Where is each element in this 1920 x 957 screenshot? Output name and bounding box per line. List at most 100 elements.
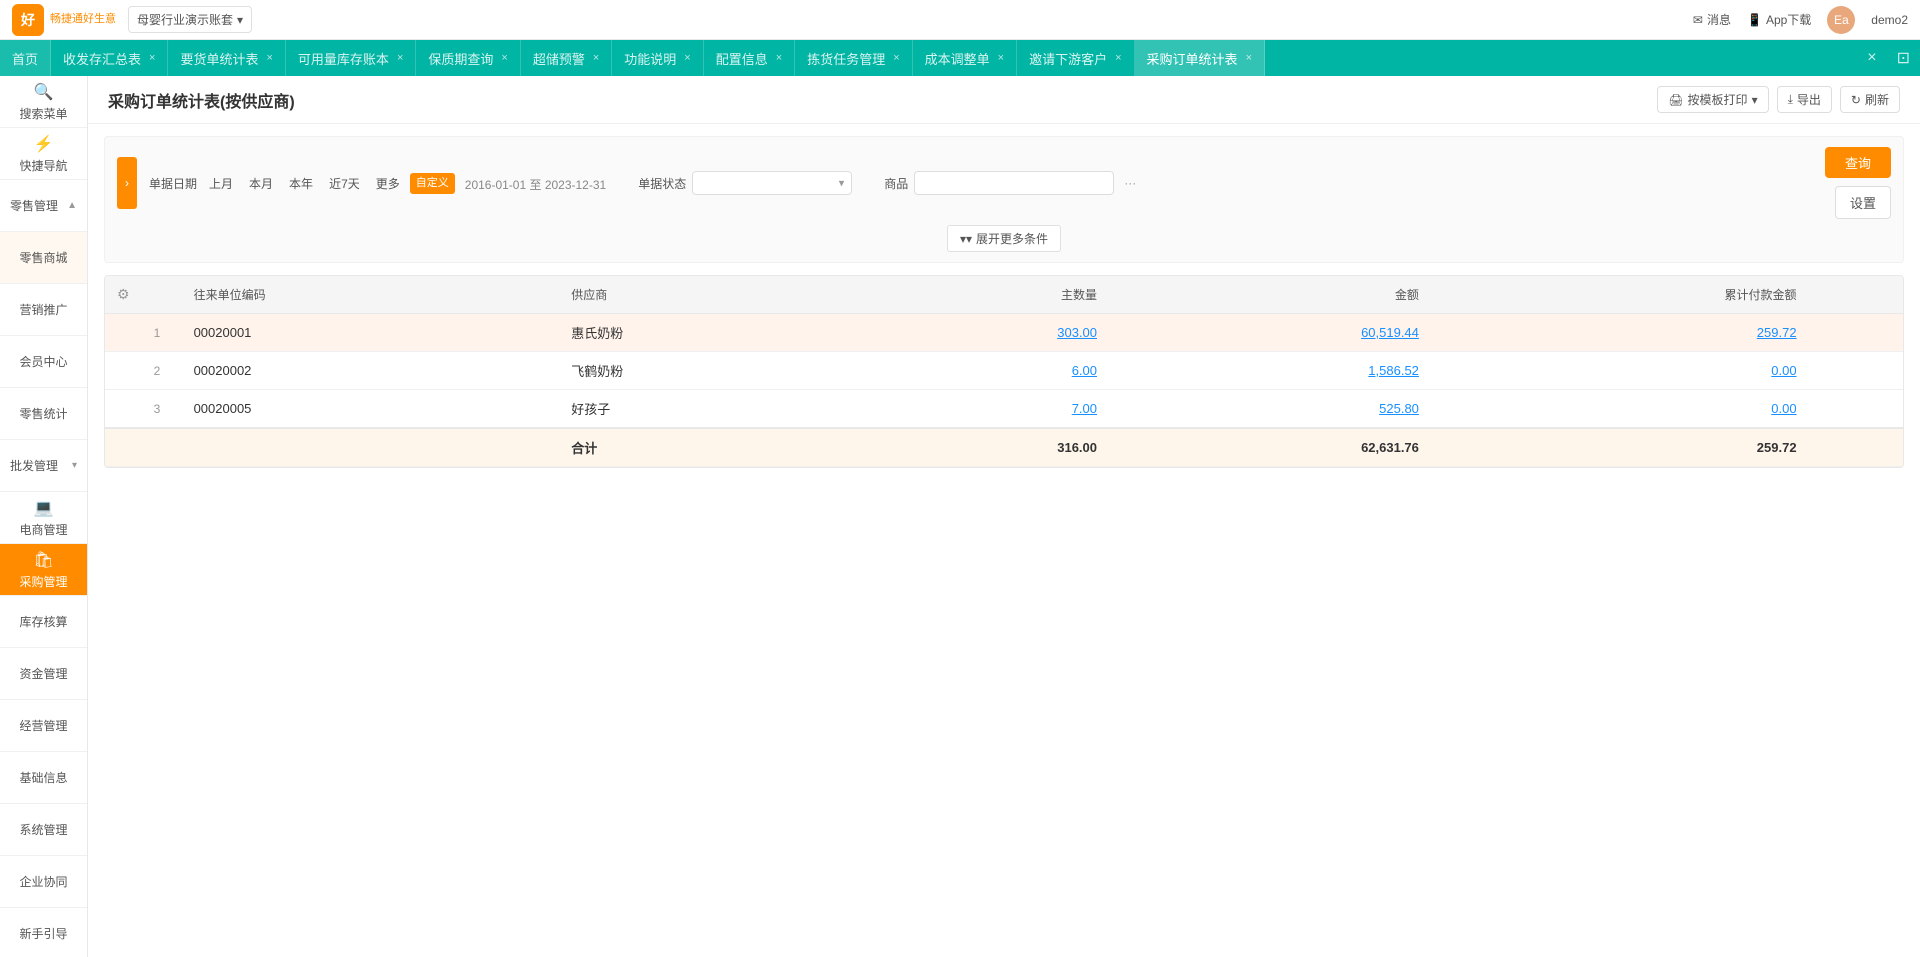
sidebar-item-guide[interactable]: 新手引导 bbox=[0, 908, 87, 957]
nav-close-btn[interactable]: × bbox=[1857, 49, 1886, 67]
tab-requisition-close[interactable]: × bbox=[266, 52, 272, 64]
sidebar-item-retail-shop[interactable]: 零售商城 bbox=[0, 232, 87, 284]
row3-code: 00020005 bbox=[182, 390, 560, 429]
sidebar-item-retail[interactable]: 零售管理 ▲ bbox=[0, 180, 87, 232]
tab-config-label: 配置信息 bbox=[716, 49, 768, 68]
tab-picking[interactable]: 拣货任务管理 × bbox=[795, 40, 912, 76]
sidebar-inventory-label: 库存核算 bbox=[19, 613, 67, 630]
top-bar: 好 畅捷通好生意 母婴行业演示账套 ▾ ✉ 消息 📱 App下载 Ea demo… bbox=[0, 0, 1920, 40]
row2-paid-link[interactable]: 0.00 bbox=[1771, 363, 1796, 378]
row3-amount-link[interactable]: 525.80 bbox=[1379, 401, 1419, 416]
shortcut-this-month[interactable]: 本月 bbox=[243, 173, 279, 194]
goods-filter-label: 商品 bbox=[884, 175, 908, 192]
sidebar-operation-label: 经营管理 bbox=[19, 717, 67, 734]
row2-amount-link[interactable]: 1,586.52 bbox=[1368, 363, 1419, 378]
sidebar-collapse-btn[interactable]: › bbox=[117, 157, 137, 209]
tab-receivables-label: 收发存汇总表 bbox=[63, 49, 141, 68]
tab-config[interactable]: 配置信息 × bbox=[704, 40, 795, 76]
sidebar-item-member[interactable]: 会员中心 bbox=[0, 336, 87, 388]
custom-date-tag[interactable]: 自定义 bbox=[410, 173, 455, 194]
shortcut-last-month[interactable]: 上月 bbox=[203, 173, 239, 194]
avatar[interactable]: Ea bbox=[1827, 6, 1855, 34]
purchase-icon: 🛍 bbox=[33, 550, 53, 570]
shortcut-more[interactable]: 更多 bbox=[370, 173, 406, 194]
tab-picking-close[interactable]: × bbox=[893, 52, 899, 64]
tab-expiry[interactable]: 保质期查询 × bbox=[416, 40, 520, 76]
tab-expiry-close[interactable]: × bbox=[501, 52, 507, 64]
settings-btn[interactable]: 设置 bbox=[1835, 186, 1891, 219]
row3-qty-link[interactable]: 7.00 bbox=[1072, 401, 1097, 416]
table-row: 2 00020002 飞鹤奶粉 6.00 1,586.52 0.00 bbox=[105, 352, 1903, 390]
content-area: 采购订单统计表(按供应商) 🖨 按模板打印 ▾ ⤓ 导出 ↻ 刷新 bbox=[88, 76, 1920, 957]
sidebar-item-retail-stat[interactable]: 零售统计 bbox=[0, 388, 87, 440]
sidebar-item-finance[interactable]: 资金管理 bbox=[0, 648, 87, 700]
workspace-selector[interactable]: 母婴行业演示账套 ▾ bbox=[128, 6, 252, 33]
sidebar-item-purchase[interactable]: 🛍 采购管理 bbox=[0, 544, 87, 596]
row3-paid-link[interactable]: 0.00 bbox=[1771, 401, 1796, 416]
tab-function-close[interactable]: × bbox=[684, 52, 690, 64]
retail-arrow-icon: ▲ bbox=[67, 200, 77, 211]
refresh-icon: ↻ bbox=[1851, 93, 1861, 107]
row3-extra bbox=[1809, 390, 1903, 429]
sidebar-item-search[interactable]: 🔍 搜索菜单 bbox=[0, 76, 87, 128]
tab-purchase-stats-close[interactable]: × bbox=[1246, 52, 1252, 64]
row1-amount-link[interactable]: 60,519.44 bbox=[1361, 325, 1419, 340]
goods-more-icon[interactable]: ··· bbox=[1124, 176, 1136, 190]
shortcut-this-year[interactable]: 本年 bbox=[283, 173, 319, 194]
app-download-btn[interactable]: 📱 App下载 bbox=[1747, 11, 1811, 28]
expand-more-btn[interactable]: ▾▾ 展开更多条件 bbox=[947, 225, 1061, 252]
sidebar-item-marketing[interactable]: 营销推广 bbox=[0, 284, 87, 336]
tab-home-label: 首页 bbox=[12, 49, 38, 68]
row2-qty-link[interactable]: 6.00 bbox=[1072, 363, 1097, 378]
print-template-btn[interactable]: 🖨 按模板打印 ▾ bbox=[1657, 86, 1768, 113]
tab-function[interactable]: 功能说明 × bbox=[612, 40, 703, 76]
tab-config-close[interactable]: × bbox=[776, 52, 782, 64]
sidebar-retailshop-label: 零售商城 bbox=[19, 249, 67, 266]
sidebar-search-label: 搜索菜单 bbox=[19, 105, 67, 122]
status-select[interactable] bbox=[692, 171, 852, 195]
sidebar-item-ecommerce[interactable]: 💻 电商管理 bbox=[0, 492, 87, 544]
sidebar-item-inventory[interactable]: 库存核算 bbox=[0, 596, 87, 648]
message-btn[interactable]: ✉ 消息 bbox=[1693, 11, 1731, 28]
tab-cost[interactable]: 成本调整单 × bbox=[913, 40, 1017, 76]
row1-paid: 259.72 bbox=[1431, 314, 1809, 352]
sidebar-item-system[interactable]: 系统管理 bbox=[0, 804, 87, 856]
refresh-btn[interactable]: ↻ 刷新 bbox=[1840, 86, 1900, 113]
tab-requisition[interactable]: 要货单统计表 × bbox=[168, 40, 285, 76]
row2-supplier: 飞鹤奶粉 bbox=[559, 352, 858, 390]
row1-amount: 60,519.44 bbox=[1109, 314, 1431, 352]
tab-available-stock[interactable]: 可用量库存账本 × bbox=[286, 40, 416, 76]
tab-overstock-close[interactable]: × bbox=[593, 52, 599, 64]
goods-filter-input[interactable] bbox=[914, 171, 1114, 195]
nav-maximize-btn[interactable]: ⊡ bbox=[1887, 48, 1920, 68]
row1-paid-link[interactable]: 259.72 bbox=[1757, 325, 1797, 340]
tab-available-stock-label: 可用量库存账本 bbox=[298, 49, 389, 68]
row2-paid: 0.00 bbox=[1431, 352, 1809, 390]
footer-code bbox=[182, 428, 560, 467]
tab-invite-close[interactable]: × bbox=[1115, 52, 1121, 64]
tab-receivables[interactable]: 收发存汇总表 × bbox=[51, 40, 168, 76]
tab-overstock[interactable]: 超储预警 × bbox=[521, 40, 612, 76]
user-name[interactable]: demo2 bbox=[1871, 13, 1908, 27]
tab-invite[interactable]: 邀请下游客户 × bbox=[1017, 40, 1134, 76]
shortcut-7days[interactable]: 近7天 bbox=[323, 173, 366, 194]
sidebar-guide-label: 新手引导 bbox=[19, 925, 67, 942]
export-btn[interactable]: ⤓ 导出 bbox=[1777, 86, 1832, 113]
sidebar-item-corp[interactable]: 企业协同 bbox=[0, 856, 87, 908]
row1-qty-link[interactable]: 303.00 bbox=[1057, 325, 1097, 340]
tab-home[interactable]: 首页 bbox=[0, 40, 51, 76]
query-btn[interactable]: 查询 bbox=[1825, 147, 1891, 178]
date-shortcuts: 上月 本月 本年 近7天 更多 自定义 bbox=[203, 173, 455, 194]
column-settings-icon[interactable]: ⚙ bbox=[117, 286, 130, 302]
tab-cost-close[interactable]: × bbox=[998, 52, 1004, 64]
sidebar-purchase-label: 采购管理 bbox=[19, 573, 67, 590]
footer-paid: 259.72 bbox=[1431, 428, 1809, 467]
tab-purchase-stats[interactable]: 采购订单统计表 × bbox=[1135, 40, 1265, 76]
col-amount-header: 金额 bbox=[1109, 276, 1431, 314]
sidebar-item-wholesale[interactable]: 批发管理 ▾ bbox=[0, 440, 87, 492]
sidebar-item-operation[interactable]: 经营管理 bbox=[0, 700, 87, 752]
sidebar-item-shortcut[interactable]: ⚡ 快捷导航 bbox=[0, 128, 87, 180]
tab-receivables-close[interactable]: × bbox=[149, 52, 155, 64]
tab-available-stock-close[interactable]: × bbox=[397, 52, 403, 64]
sidebar-item-basic[interactable]: 基础信息 bbox=[0, 752, 87, 804]
